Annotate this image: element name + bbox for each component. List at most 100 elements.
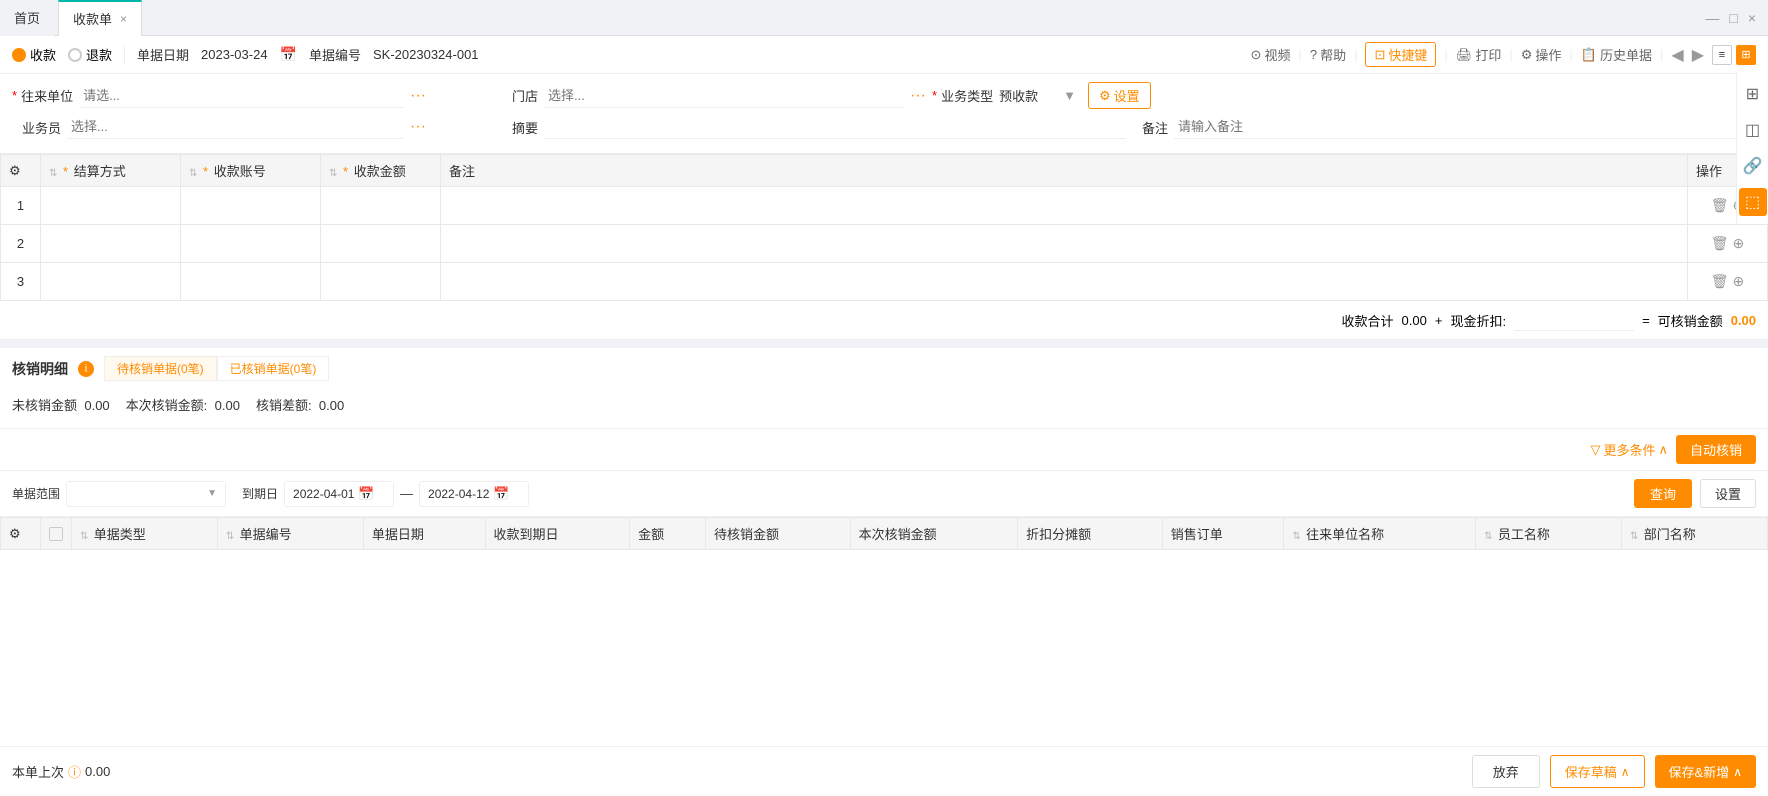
shortcut-icon: ⊡	[1374, 47, 1385, 63]
row-remark-3[interactable]	[441, 263, 1688, 301]
query-button[interactable]: 查询	[1634, 479, 1692, 508]
calendar-from-icon[interactable]: 📅	[358, 486, 374, 502]
row-remark-2[interactable]	[441, 225, 1688, 263]
tab-close-icon[interactable]: ×	[120, 12, 127, 26]
nav-prev-icon[interactable]: ◀	[1671, 45, 1683, 65]
row-account-3[interactable]	[181, 263, 321, 301]
th-amount: ⇅ * 收款金额	[321, 155, 441, 187]
net-value: 0.00	[1731, 313, 1756, 328]
th-remark: 备注	[441, 155, 1688, 187]
help-label: 帮助	[1320, 45, 1346, 64]
window-min-button[interactable]: —	[1701, 6, 1723, 30]
calendar-to-icon[interactable]: 📅	[493, 486, 509, 502]
row-account-2[interactable]	[181, 225, 321, 263]
save-draft-button[interactable]: 保存草稿 ∧	[1550, 755, 1645, 788]
window-max-button[interactable]: □	[1725, 6, 1741, 30]
row-settle-3[interactable]	[41, 263, 181, 301]
help-link[interactable]: ? 帮助	[1310, 45, 1346, 64]
biz-type-field: * 业务类型 预收款 ▼ ⚙ 设置	[932, 82, 1756, 109]
sidebar-list-icon[interactable]: ◫	[1739, 116, 1767, 144]
sort-bill-type-icon[interactable]: ⇅	[80, 531, 88, 542]
row-ops-2: 🗑 ⊕	[1688, 225, 1768, 263]
sort-account-icon[interactable]: ⇅	[189, 168, 197, 179]
print-label: 打印	[1475, 45, 1501, 64]
row-delete-3[interactable]: 🗑	[1711, 273, 1729, 290]
history-link[interactable]: 📋 历史单据	[1581, 45, 1652, 64]
help-icon: ?	[1310, 47, 1317, 62]
row-copy-2[interactable]: ⊕	[1733, 235, 1745, 252]
sidebar-table-icon[interactable]: ⊞	[1739, 80, 1767, 108]
summary-input[interactable]	[544, 115, 1126, 139]
row-amount-1[interactable]	[321, 187, 441, 225]
save-new-button[interactable]: 保存&新增 ∧	[1655, 755, 1756, 788]
table-settings-button[interactable]: 设置	[1700, 479, 1756, 508]
row-amount-3[interactable]	[321, 263, 441, 301]
auto-hexiao-button[interactable]: 自动核销	[1676, 435, 1756, 464]
operation-icon: ⚙	[1521, 47, 1533, 63]
footer-info-icon[interactable]: ⓘ	[68, 762, 81, 781]
biz-type-arrow[interactable]: ▼	[1063, 88, 1076, 103]
layout-grid-icon[interactable]: ⊞	[1736, 45, 1756, 65]
equals-sign: =	[1642, 313, 1650, 328]
sidebar-attach-icon[interactable]: 🔗	[1739, 152, 1767, 180]
row-delete-1[interactable]: 🗑	[1711, 197, 1729, 214]
window-close-button[interactable]: ×	[1744, 6, 1760, 30]
abandon-button[interactable]: 放弃	[1472, 755, 1540, 788]
th-settle-method: ⇅ * 结算方式	[41, 155, 181, 187]
sort-amount-icon[interactable]: ⇅	[329, 168, 337, 179]
row-remark-1[interactable]	[441, 187, 1688, 225]
select-all-checkbox[interactable]	[49, 527, 63, 541]
row-amount-2[interactable]	[321, 225, 441, 263]
print-link[interactable]: 🖨 打印	[1456, 45, 1502, 64]
right-sidebar: ⊞ ◫ 🔗 ⬚	[1736, 72, 1768, 224]
tab-home[interactable]: 首页	[0, 0, 54, 36]
radio-refund[interactable]: 退款	[68, 45, 112, 64]
total-value: 0.00	[1402, 313, 1427, 328]
radio-receipt[interactable]: 收款	[12, 45, 56, 64]
video-link[interactable]: ⊙ 视频	[1251, 45, 1291, 64]
counterpart-input[interactable]	[79, 84, 404, 108]
calendar-icon[interactable]: 📅	[280, 46, 297, 63]
row-settle-2[interactable]	[41, 225, 181, 263]
bth-settings[interactable]: ⚙	[1, 518, 41, 550]
tab-receipt[interactable]: 收款单 ×	[58, 0, 142, 36]
counterpart-field: * 往来单位 ···	[12, 84, 432, 108]
sidebar-expand-icon[interactable]: ⬚	[1739, 188, 1767, 216]
summary-label: 摘要	[512, 118, 538, 137]
operation-link[interactable]: ⚙ 操作	[1521, 45, 1562, 64]
layout-list-icon[interactable]: ≡	[1712, 45, 1732, 65]
sort-dept-icon[interactable]: ⇅	[1630, 531, 1638, 542]
form-area: * 往来单位 ··· 门店 ··· * 业务类型 预收款 ▼ ⚙ 设置	[0, 74, 1768, 154]
staff-more-btn[interactable]: ···	[404, 118, 432, 136]
th-account-label: 收款账号	[214, 164, 266, 179]
discount-input[interactable]	[1514, 309, 1634, 331]
row-settle-1[interactable]	[41, 187, 181, 225]
nav-next-icon[interactable]: ▶	[1692, 45, 1704, 65]
more-conditions-link[interactable]: ▽ 更多条件 ∧	[1590, 440, 1668, 459]
note-input[interactable]	[1174, 115, 1756, 139]
th-settings[interactable]: ⚙	[1, 155, 41, 187]
sort-bill-no-icon[interactable]: ⇅	[226, 531, 234, 542]
shop-input[interactable]	[544, 84, 904, 108]
shortcut-link[interactable]: ⊡ 快捷键	[1365, 42, 1436, 67]
date-to-input[interactable]: 2022-04-12 📅	[419, 481, 529, 507]
tab-pending[interactable]: 待核销单据(0笔)	[104, 356, 217, 381]
counterpart-more-btn[interactable]: ···	[404, 87, 432, 105]
range-select[interactable]: ▼	[66, 481, 226, 507]
row-account-1[interactable]	[181, 187, 321, 225]
staff-input[interactable]	[67, 115, 404, 139]
hexiao-info-icon[interactable]: i	[78, 361, 94, 377]
save-new-label: 保存&新增	[1669, 762, 1730, 781]
sort-settle-icon[interactable]: ⇅	[49, 168, 57, 179]
date-from-input[interactable]: 2022-04-01 📅	[284, 481, 394, 507]
row-delete-2[interactable]: 🗑	[1711, 235, 1729, 252]
th-account: ⇅ * 收款账号	[181, 155, 321, 187]
tab-done[interactable]: 已核销单据(0笔)	[217, 356, 330, 381]
form-row-1: * 往来单位 ··· 门店 ··· * 业务类型 预收款 ▼ ⚙ 设置	[12, 82, 1756, 109]
settings-button[interactable]: ⚙ 设置	[1088, 82, 1151, 109]
sort-staff-icon[interactable]: ⇅	[1484, 531, 1492, 542]
bth-receipt-date: 收款到期日	[485, 518, 630, 550]
shop-more-btn[interactable]: ···	[904, 87, 932, 105]
sort-counterpart-icon[interactable]: ⇅	[1292, 531, 1300, 542]
row-copy-3[interactable]: ⊕	[1733, 273, 1745, 290]
